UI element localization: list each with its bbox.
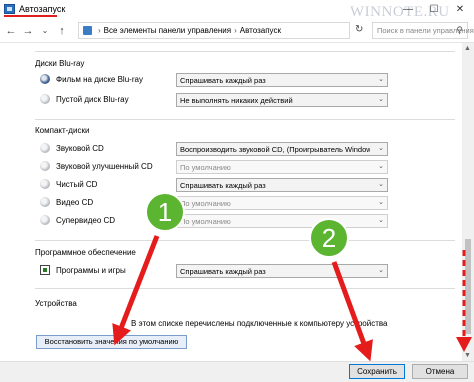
scroll-down-icon[interactable]: ▼	[464, 352, 471, 359]
section-divider	[35, 51, 455, 52]
programs-games-icon	[40, 265, 50, 275]
chevron-down-icon: ⌄	[378, 163, 384, 170]
row-label-video-cd: Видео CD	[56, 198, 94, 207]
address-bar: ← → ⌄ ↑ › Все элементы панели управления ›…	[0, 20, 474, 43]
save-button[interactable]: Сохранить	[349, 364, 405, 379]
section-title-cd: Компакт-диски	[35, 126, 90, 135]
chevron-down-icon: ⌄	[378, 217, 384, 224]
section-divider	[35, 119, 455, 120]
breadcrumb-item-all-items[interactable]: Все элементы панели управления	[104, 26, 231, 35]
scroll-thumb[interactable]	[465, 239, 471, 334]
vertical-scrollbar[interactable]: ▲ ▼	[462, 43, 474, 361]
chevron-down-icon: ⌄	[378, 145, 384, 152]
back-arrow-icon[interactable]: ←	[4, 23, 18, 39]
section-title-software: Программное обеспечение	[35, 248, 136, 257]
recent-locations-chevron-icon[interactable]: ⌄	[38, 23, 52, 39]
select-value: Воспроизводить звуковой CD, (Проигрывате…	[180, 145, 370, 154]
blank-bluray-icon	[40, 94, 50, 104]
search-icon: ⚲	[456, 25, 463, 35]
minimize-icon[interactable]: —	[396, 0, 420, 20]
close-icon[interactable]: ✕	[448, 0, 472, 20]
settings-content: Диски Blu-ray Фильм на диске Blu-ray Спр…	[0, 43, 462, 361]
title-bar: Автозапуск WINNOTE.RU — ☐ ✕	[0, 0, 474, 20]
section-title-bluray: Диски Blu-ray	[35, 59, 85, 68]
breadcrumb: › Все элементы панели управления › Автозапу…	[95, 26, 281, 35]
select-value: Не выполнять никаких действий	[180, 96, 293, 105]
super-video-cd-icon	[40, 215, 50, 225]
audio-cd-icon	[40, 143, 50, 153]
select-super-video-cd[interactable]: По умолчанию ⌄	[176, 214, 388, 228]
control-panel-icon	[83, 26, 92, 35]
autoplay-window-icon	[4, 4, 15, 14]
row-label-programs-games: Программы и игры	[56, 266, 126, 275]
select-enhanced-cd[interactable]: По умолчанию ⌄	[176, 160, 388, 174]
devices-info-text: В этом списке перечислены подключенные к…	[131, 319, 388, 328]
up-arrow-icon[interactable]: ↑	[55, 23, 69, 39]
select-bluray-movie[interactable]: Спрашивать каждый раз ⌄	[176, 73, 388, 87]
row-label-bluray-movie: Фильм на диске Blu-ray	[56, 75, 143, 84]
row-label-blank-cd: Чистый CD	[56, 180, 98, 189]
bluray-movie-icon	[40, 74, 50, 84]
forward-arrow-icon[interactable]: →	[21, 23, 35, 39]
select-value: По умолчанию	[180, 217, 231, 226]
search-input[interactable]: Поиск в панели управления ⚲	[372, 22, 474, 39]
breadcrumb-item-autoplay[interactable]: Автозапуск	[240, 26, 281, 35]
select-blank-cd[interactable]: Спрашивать каждый раз ⌄	[176, 178, 388, 192]
restore-defaults-button[interactable]: Восстановить значения по умолчанию	[36, 335, 187, 349]
window-title: Автозапуск	[19, 4, 66, 14]
select-blank-bluray[interactable]: Не выполнять никаких действий ⌄	[176, 93, 388, 107]
chevron-down-icon: ⌄	[378, 267, 384, 274]
select-value: Спрашивать каждый раз	[180, 181, 266, 190]
enhanced-audio-cd-icon	[40, 161, 50, 171]
row-label-audio-cd: Звуковой CD	[56, 144, 104, 153]
title-highlight-underline	[4, 15, 57, 17]
section-divider	[35, 288, 455, 289]
chevron-down-icon: ⌄	[378, 96, 384, 103]
select-audio-cd[interactable]: Воспроизводить звуковой CD, (Проигрывате…	[176, 142, 388, 156]
breadcrumb-separator-icon: ›	[98, 26, 101, 35]
select-value: Спрашивать каждый раз	[180, 76, 266, 85]
row-label-enhanced-cd: Звуковой улучшенный CD	[56, 162, 153, 171]
chevron-down-icon: ⌄	[378, 76, 384, 83]
select-video-cd[interactable]: По умолчанию ⌄	[176, 196, 388, 210]
chevron-down-icon: ⌄	[378, 199, 384, 206]
address-box[interactable]: › Все элементы панели управления › Автозапу…	[78, 22, 350, 39]
select-value: По умолчанию	[180, 199, 231, 208]
select-programs-games[interactable]: Спрашивать каждый раз ⌄	[176, 264, 388, 278]
breadcrumb-separator-icon: ›	[234, 26, 237, 35]
section-title-devices: Устройства	[35, 299, 77, 308]
row-label-super-video-cd: Супервидео CD	[56, 216, 116, 225]
maximize-icon[interactable]: ☐	[422, 0, 446, 20]
row-label-blank-bluray: Пустой диск Blu-ray	[56, 95, 129, 104]
chevron-down-icon: ⌄	[378, 181, 384, 188]
refresh-icon[interactable]: ↻	[355, 24, 363, 35]
select-value: По умолчанию	[180, 163, 231, 172]
cancel-button[interactable]: Отмена	[412, 364, 468, 379]
section-divider	[35, 240, 455, 241]
blank-cd-icon	[40, 179, 50, 189]
dialog-footer: Сохранить Отмена	[0, 361, 474, 382]
scroll-up-icon[interactable]: ▲	[464, 45, 471, 52]
video-cd-icon	[40, 197, 50, 207]
select-value: Спрашивать каждый раз	[180, 267, 266, 276]
